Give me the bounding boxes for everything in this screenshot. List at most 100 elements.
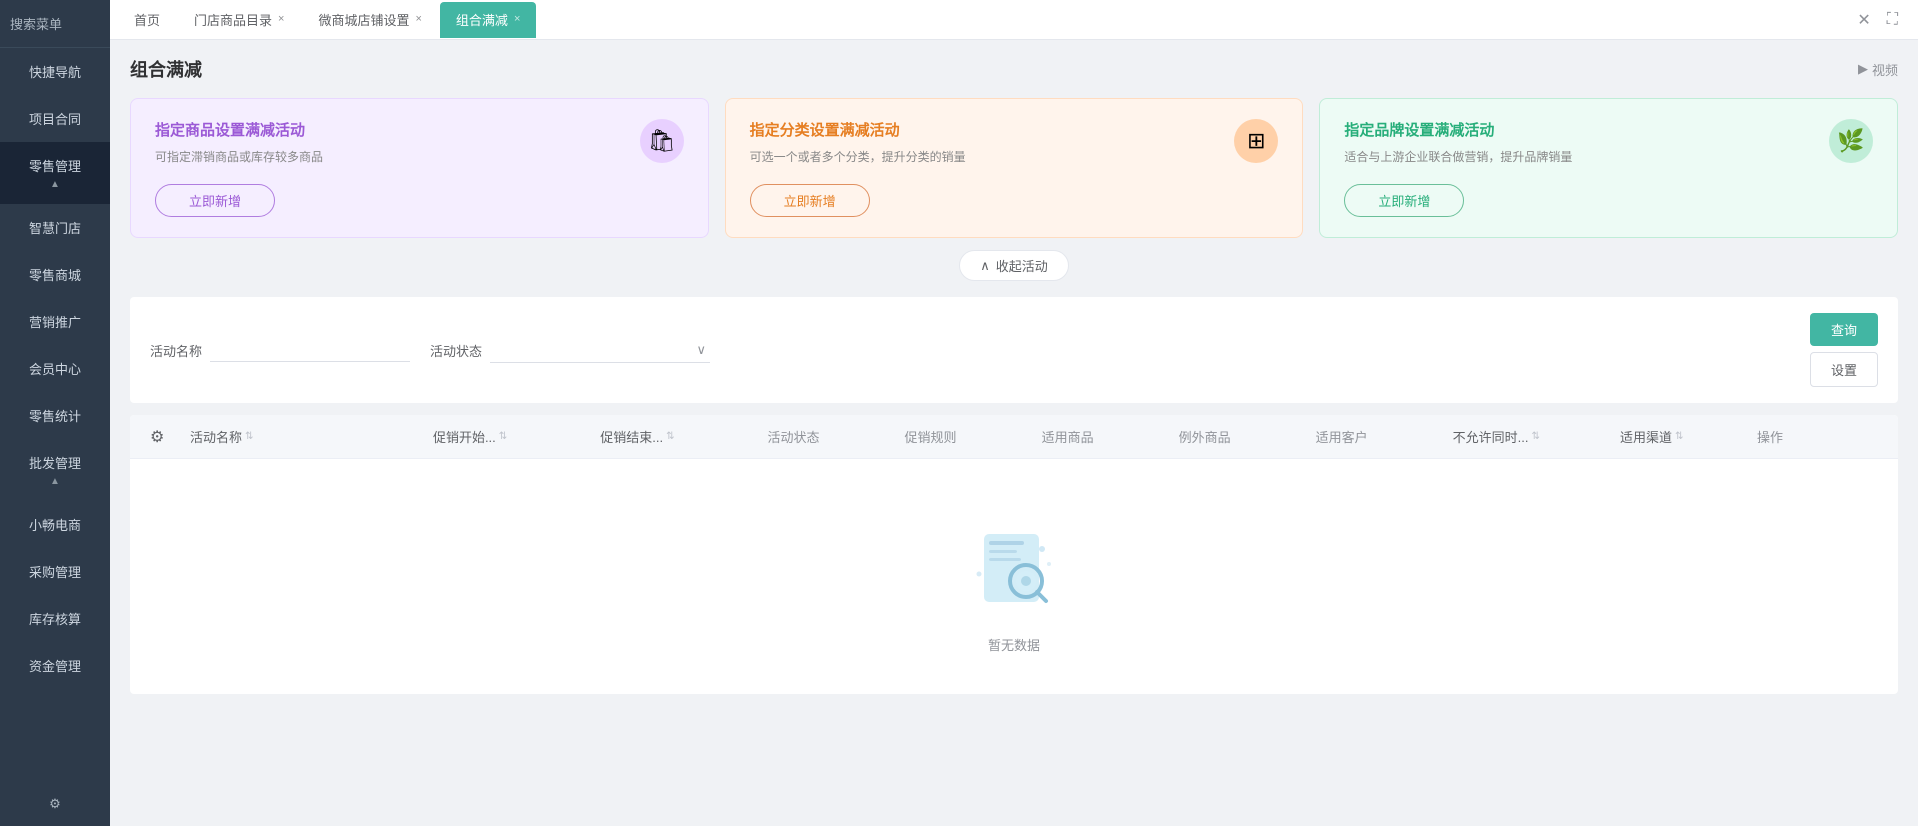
- promo-card-product-card: 指定商品设置满减活动 可指定滞销商品或库存较多商品 🛍 立即新增: [130, 98, 709, 238]
- settings-btn[interactable]: 设置: [1810, 352, 1878, 387]
- card-icon-product-card: 🛍: [640, 119, 684, 163]
- sidebar-item-capital-mgmt[interactable]: 资金管理: [0, 642, 110, 689]
- card-btn-category-card[interactable]: 立即新增: [750, 184, 870, 217]
- expand-icon: ▲: [50, 476, 60, 487]
- sidebar-settings-btn[interactable]: ⚙: [0, 782, 110, 826]
- sidebar-item-label-capital-mgmt: 资金管理: [29, 656, 81, 675]
- col-label-goods: 适用商品: [1042, 427, 1094, 446]
- activity-name-input[interactable]: [210, 338, 410, 362]
- activity-status-filter: 活动状态 ∨: [430, 338, 710, 363]
- sidebar-item-label-member-center: 会员中心: [29, 359, 81, 378]
- sort-icon-name: ⇅: [245, 431, 253, 442]
- col-label-start: 促销开始...: [433, 427, 496, 446]
- tab-close-combo-discount[interactable]: ×: [514, 14, 520, 25]
- tabs-bar: 首页 门店商品目录 × 微商城店铺设置 × 组合满减 × ✕ ⛶: [110, 0, 1918, 40]
- card-btn-product-card[interactable]: 立即新增: [155, 184, 275, 217]
- empty-illustration: [964, 519, 1064, 619]
- table-header-end[interactable]: 促销结束...⇅: [592, 427, 759, 446]
- sidebar-item-project-contract[interactable]: 项目合同: [0, 95, 110, 142]
- page-content: 组合满减 ▶ 视频 指定商品设置满减活动 可指定滞销商品或库存较多商品 🛍 立即…: [110, 40, 1918, 826]
- sidebar-item-label-wholesale-mgmt: 批发管理: [29, 453, 81, 472]
- activity-status-label: 活动状态: [430, 341, 482, 360]
- table-header: ⚙活动名称⇅促销开始...⇅促销结束...⇅活动状态促销规则适用商品例外商品适用…: [130, 415, 1898, 459]
- sidebar-item-label-smart-store: 智慧门店: [29, 218, 81, 237]
- activity-status-select[interactable]: ∨: [490, 338, 710, 363]
- sort-icon-channel: ⇅: [1675, 431, 1683, 442]
- chevron-up-icon: ∧: [980, 258, 990, 274]
- sidebar-item-label-marketing: 营销推广: [29, 312, 81, 331]
- sidebar-item-smart-store[interactable]: 智慧门店: [0, 204, 110, 251]
- table-header-gear: ⚙: [142, 427, 182, 447]
- col-label-rule: 促销规则: [905, 427, 957, 446]
- promo-cards-row: 指定商品设置满减活动 可指定滞销商品或库存较多商品 🛍 立即新增 指定分类设置满…: [130, 98, 1898, 238]
- sidebar-item-label-project-contract: 项目合同: [29, 109, 81, 128]
- video-link-text: 视频: [1872, 60, 1898, 79]
- sidebar-item-quick-nav[interactable]: 快捷导航: [0, 48, 110, 95]
- table-header-name[interactable]: 活动名称⇅: [182, 427, 425, 446]
- page-title: 组合满减: [130, 56, 202, 82]
- tabs-right-controls: ✕ ⛶: [1853, 6, 1910, 34]
- card-title-brand-card: 指定品牌设置满减活动: [1344, 119, 1873, 140]
- gear-icon: ⚙: [49, 796, 61, 812]
- sidebar-item-label-quick-nav: 快捷导航: [29, 62, 81, 81]
- sidebar-item-label-retail-management: 零售管理: [29, 156, 81, 175]
- sidebar: 搜索菜单 快捷导航项目合同零售管理▲智慧门店零售商城营销推广会员中心零售统计批发…: [0, 0, 110, 826]
- empty-text: 暂无数据: [988, 635, 1040, 654]
- activity-table: ⚙活动名称⇅促销开始...⇅促销结束...⇅活动状态促销规则适用商品例外商品适用…: [130, 415, 1898, 694]
- table-header-goods: 适用商品: [1034, 427, 1171, 446]
- sidebar-item-member-center[interactable]: 会员中心: [0, 345, 110, 392]
- collapse-activities-btn[interactable]: ∧ 收起活动: [959, 250, 1069, 281]
- tab-label-combo-discount: 组合满减: [456, 10, 508, 29]
- sidebar-item-wholesale-mgmt[interactable]: 批发管理 ▲: [0, 439, 110, 501]
- promo-card-brand-card: 指定品牌设置满减活动 适合与上游企业联合做营销，提升品牌销量 🌿 立即新增: [1319, 98, 1898, 238]
- sidebar-item-retail-mall[interactable]: 零售商城: [0, 251, 110, 298]
- collapse-btn-label: 收起活动: [996, 256, 1048, 275]
- sidebar-item-inventory-calc[interactable]: 库存核算: [0, 595, 110, 642]
- sidebar-item-label-inventory-calc: 库存核算: [29, 609, 81, 628]
- tab-store-catalog[interactable]: 门店商品目录 ×: [178, 2, 300, 38]
- card-btn-brand-card[interactable]: 立即新增: [1344, 184, 1464, 217]
- page-header: 组合满减 ▶ 视频: [130, 56, 1898, 82]
- sort-icon-start: ⇅: [499, 431, 507, 442]
- tab-home[interactable]: 首页: [118, 2, 176, 38]
- sidebar-item-retail-stats[interactable]: 零售统计: [0, 392, 110, 439]
- table-header-exclude: 例外商品: [1171, 427, 1308, 446]
- main-area: 首页 门店商品目录 × 微商城店铺设置 × 组合满减 × ✕ ⛶ 组合满减 ▶ 视频 指定商…: [110, 0, 1918, 826]
- sidebar-item-purchase-mgmt[interactable]: 采购管理: [0, 548, 110, 595]
- sidebar-item-marketing[interactable]: 营销推广: [0, 298, 110, 345]
- table-header-noallow[interactable]: 不允许同时...⇅: [1445, 427, 1612, 446]
- col-label-customer: 适用客户: [1316, 427, 1368, 446]
- table-settings-icon[interactable]: ⚙: [150, 427, 164, 447]
- promo-card-category-card: 指定分类设置满减活动 可选一个或者多个分类，提升分类的销量 ⊞ 立即新增: [725, 98, 1304, 238]
- sidebar-item-retail-management[interactable]: 零售管理▲: [0, 142, 110, 204]
- tab-label-home: 首页: [134, 10, 160, 29]
- table-header-status: 活动状态: [760, 427, 897, 446]
- card-desc-category-card: 可选一个或者多个分类，提升分类的销量: [750, 148, 1279, 167]
- video-link[interactable]: ▶ 视频: [1858, 60, 1898, 79]
- col-label-exclude: 例外商品: [1179, 427, 1231, 446]
- table-header-start[interactable]: 促销开始...⇅: [425, 427, 592, 446]
- table-header-action: 操作: [1749, 427, 1886, 446]
- query-btn[interactable]: 查询: [1810, 313, 1878, 346]
- close-window-btn[interactable]: ✕: [1853, 6, 1874, 34]
- sidebar-item-label-xiaochang: 小畅电商: [29, 515, 81, 534]
- activity-name-label: 活动名称: [150, 341, 202, 360]
- tab-label-wechat-store: 微商城店铺设置: [318, 10, 409, 29]
- col-label-action: 操作: [1757, 427, 1783, 446]
- sidebar-item-label-retail-mall: 零售商城: [29, 265, 81, 284]
- sidebar-search[interactable]: 搜索菜单: [0, 0, 110, 48]
- table-header-customer: 适用客户: [1308, 427, 1445, 446]
- tab-combo-discount[interactable]: 组合满减 ×: [440, 2, 536, 38]
- col-label-end: 促销结束...: [600, 427, 663, 446]
- tab-close-store-catalog[interactable]: ×: [278, 14, 284, 25]
- table-header-channel[interactable]: 适用渠道⇅: [1612, 427, 1749, 446]
- tab-wechat-store[interactable]: 微商城店铺设置 ×: [302, 2, 437, 38]
- col-label-channel: 适用渠道: [1620, 427, 1672, 446]
- tab-label-store-catalog: 门店商品目录: [194, 10, 272, 29]
- card-title-category-card: 指定分类设置满减活动: [750, 119, 1279, 140]
- sort-icon-end: ⇅: [666, 431, 674, 442]
- maximize-window-btn[interactable]: ⛶: [1883, 7, 1902, 33]
- sidebar-item-xiaochang[interactable]: 小畅电商: [0, 501, 110, 548]
- tab-close-wechat-store[interactable]: ×: [415, 14, 421, 25]
- filter-actions: 查询 设置: [1810, 313, 1878, 387]
